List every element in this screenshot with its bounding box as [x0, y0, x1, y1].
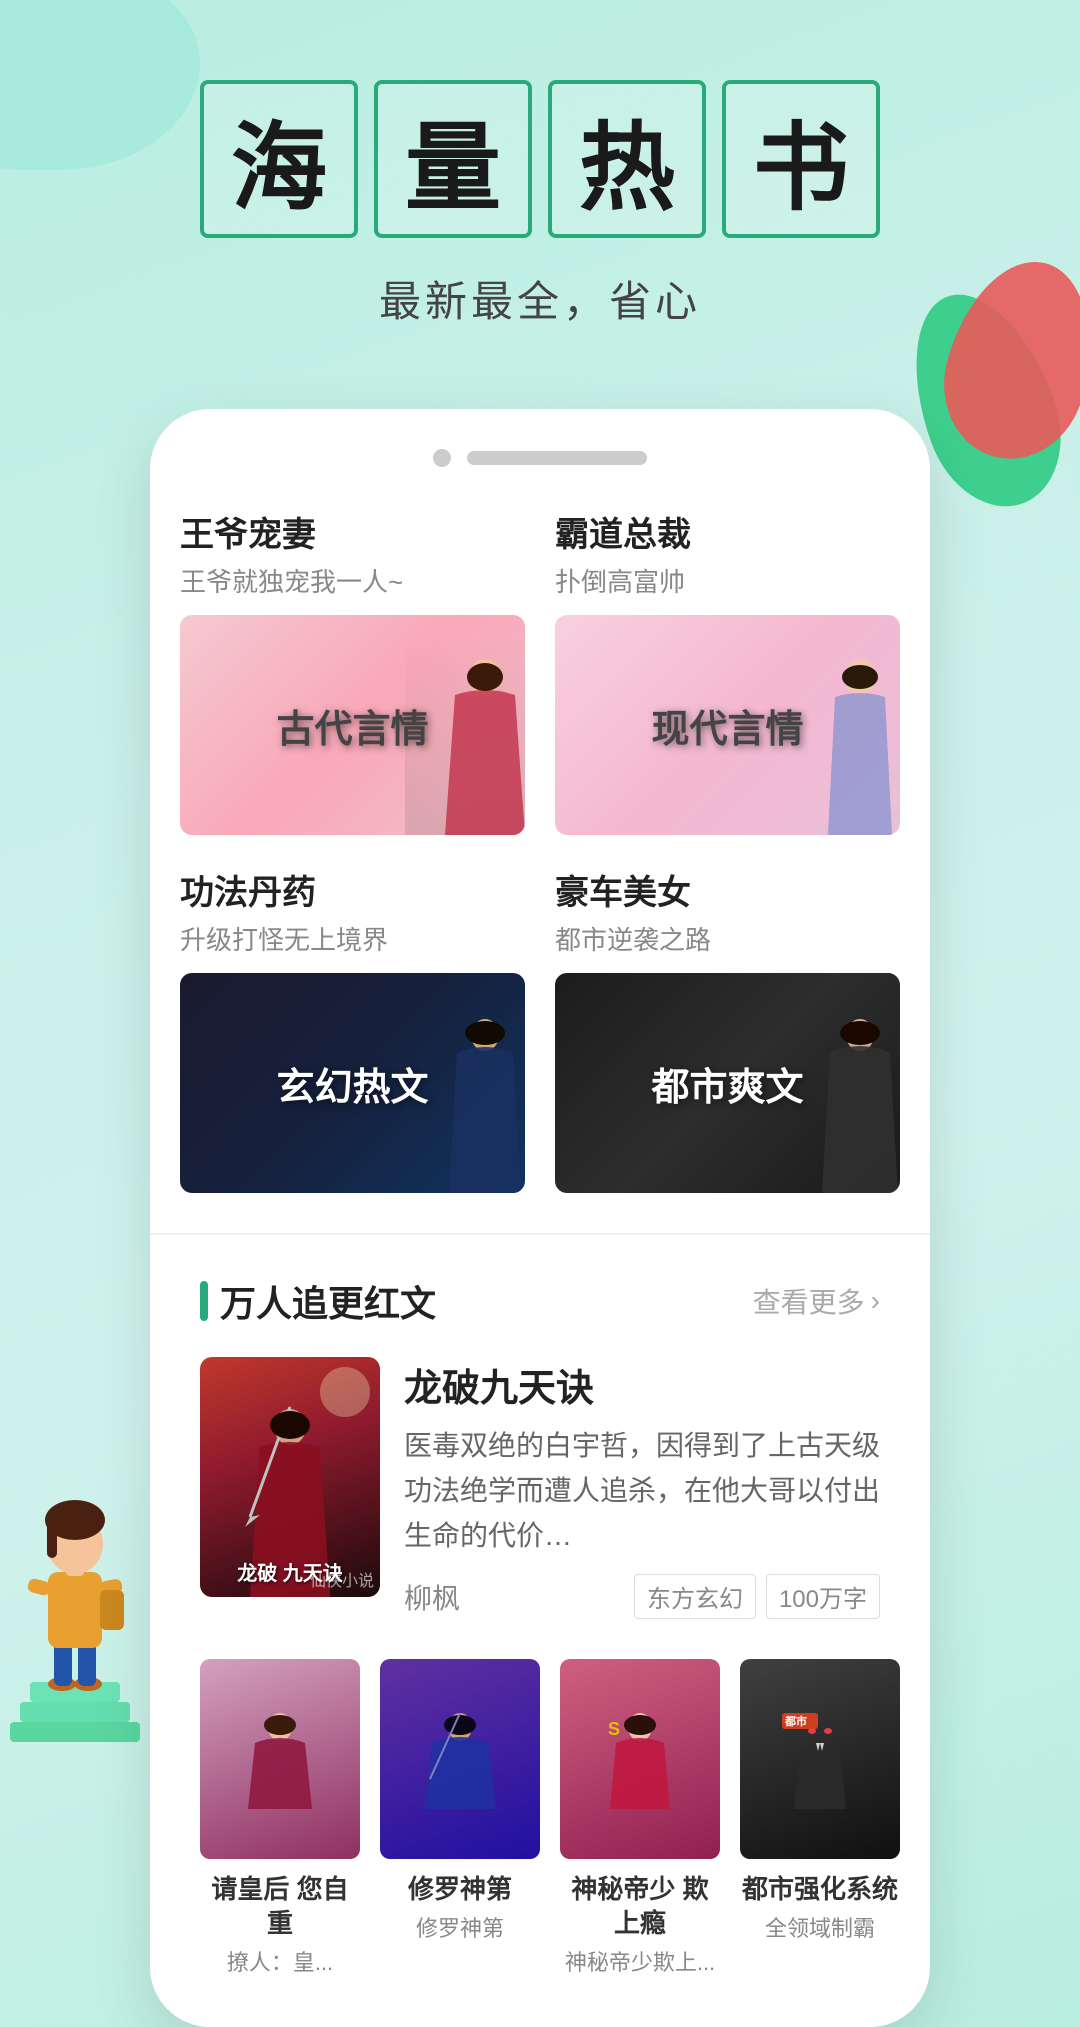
- book-category-grid: 王爷宠妻 王爷就独宠我一人~ 古代言情 霸道总裁 扑倒高富帅 现代言情: [180, 507, 900, 1193]
- featured-meta: 柳枫 东方玄幻 100万字: [404, 1574, 880, 1619]
- card-title-1: 王爷宠妻: [180, 507, 525, 556]
- cover-modern: 现代言情: [555, 615, 900, 835]
- featured-cover: 龙破 九天诀 仙侠小说: [200, 1357, 380, 1597]
- small-title-3: 神秘帝少 欺上瘾: [560, 1873, 720, 1941]
- see-more-button[interactable]: 查看更多 ›: [753, 1281, 880, 1321]
- title-bar-icon: [200, 1281, 208, 1321]
- cover-label-3: 玄幻热文: [276, 1056, 428, 1111]
- card-sub-1: 王爷就独宠我一人~: [180, 562, 525, 599]
- svg-text:S: S: [608, 1719, 620, 1739]
- card-sub-2: 扑倒高富帅: [555, 562, 900, 599]
- decorative-person: [10, 1462, 140, 1767]
- book-card-city[interactable]: 豪车美女 都市逆袭之路 都市爽文: [555, 865, 900, 1193]
- cover-city: 都市爽文: [555, 973, 900, 1193]
- card-sub-4: 都市逆袭之路: [555, 920, 900, 957]
- hot-section-title: 万人追更红文: [200, 1275, 436, 1327]
- hero-subtitle: 最新最全，省心: [60, 268, 1020, 329]
- card-title-4: 豪车美女: [555, 865, 900, 914]
- small-cover-3: S: [560, 1659, 720, 1859]
- small-sub-1: 撩人：皇...: [227, 1945, 333, 1977]
- tag-genre: 东方玄幻: [634, 1574, 756, 1619]
- cover-ancient: 古代言情: [180, 615, 525, 835]
- small-cover-4: 都市: [740, 1659, 900, 1859]
- cover-label-1: 古代言情: [276, 698, 428, 753]
- cover-label-4: 都市爽文: [651, 1056, 803, 1111]
- featured-title: 龙破九天诀: [404, 1357, 880, 1412]
- tag-wordcount: 100万字: [766, 1574, 880, 1619]
- featured-book[interactable]: 龙破 九天诀 仙侠小说 龙破九天诀 医毒双绝的白宇哲，因得到了上古天级功法绝学而…: [200, 1357, 880, 1619]
- hero-title: 海 量 热 书: [60, 80, 1020, 238]
- small-book-4[interactable]: 都市 都市强化系统 全领域制霸: [740, 1659, 900, 1977]
- card-sub-3: 升级打怪无上境界: [180, 920, 525, 957]
- featured-tags: 东方玄幻 100万字: [634, 1574, 880, 1619]
- hero-section: 海 量 热 书 最新最全，省心: [0, 0, 1080, 369]
- featured-author: 柳枫: [404, 1577, 460, 1617]
- hero-char-2: 量: [374, 80, 532, 238]
- see-more-label: 查看更多: [753, 1281, 865, 1321]
- phone-mockup: 王爷宠妻 王爷就独宠我一人~ 古代言情 霸道总裁 扑倒高富帅 现代言情: [150, 409, 930, 2027]
- section-divider: [150, 1233, 930, 1235]
- small-title-1: 请皇后 您自重: [200, 1873, 360, 1941]
- small-books-grid: 请皇后 您自重 撩人：皇... 修罗神第 修罗神第: [200, 1659, 880, 1977]
- chevron-right-icon: ›: [871, 1285, 880, 1317]
- notch-dot: [433, 449, 451, 467]
- hero-char-1: 海: [200, 80, 358, 238]
- small-sub-2: 修罗神第: [416, 1911, 504, 1943]
- small-cover-1: [200, 1659, 360, 1859]
- card-title-2: 霸道总裁: [555, 507, 900, 556]
- hero-char-4: 书: [722, 80, 880, 238]
- hot-section-header: 万人追更红文 查看更多 ›: [200, 1275, 880, 1327]
- book-card-ancient[interactable]: 王爷宠妻 王爷就独宠我一人~ 古代言情: [180, 507, 525, 835]
- small-sub-3: 神秘帝少欺上...: [565, 1945, 715, 1977]
- book-card-fantasy[interactable]: 功法丹药 升级打怪无上境界 玄幻热文: [180, 865, 525, 1193]
- small-cover-2: [380, 1659, 540, 1859]
- card-title-3: 功法丹药: [180, 865, 525, 914]
- small-title-4: 都市强化系统: [742, 1873, 898, 1907]
- cover-label-2: 现代言情: [651, 698, 803, 753]
- featured-info: 龙破九天诀 医毒双绝的白宇哲，因得到了上古天级功法绝学而遭人追杀，在他大哥以付出…: [404, 1357, 880, 1619]
- small-sub-4: 全领域制霸: [765, 1911, 875, 1943]
- small-title-2: 修罗神第: [408, 1873, 512, 1907]
- hot-title-text: 万人追更红文: [220, 1275, 436, 1327]
- cover-fantasy: 玄幻热文: [180, 973, 525, 1193]
- featured-description: 医毒双绝的白宇哲，因得到了上古天级功法绝学而遭人追杀，在他大哥以付出生命的代价…: [404, 1424, 880, 1558]
- book-card-modern[interactable]: 霸道总裁 扑倒高富帅 现代言情: [555, 507, 900, 835]
- phone-notch: [180, 449, 900, 467]
- small-book-3[interactable]: S 神秘帝少 欺上瘾 神秘帝少欺上...: [560, 1659, 720, 1977]
- small-book-2[interactable]: 修罗神第 修罗神第: [380, 1659, 540, 1977]
- notch-bar: [467, 451, 647, 465]
- hot-section: 万人追更红文 查看更多 › 龙破 九天诀: [180, 1275, 900, 1977]
- svg-text:都市: 都市: [784, 1714, 807, 1728]
- small-book-1[interactable]: 请皇后 您自重 撩人：皇...: [200, 1659, 360, 1977]
- hero-char-3: 热: [548, 80, 706, 238]
